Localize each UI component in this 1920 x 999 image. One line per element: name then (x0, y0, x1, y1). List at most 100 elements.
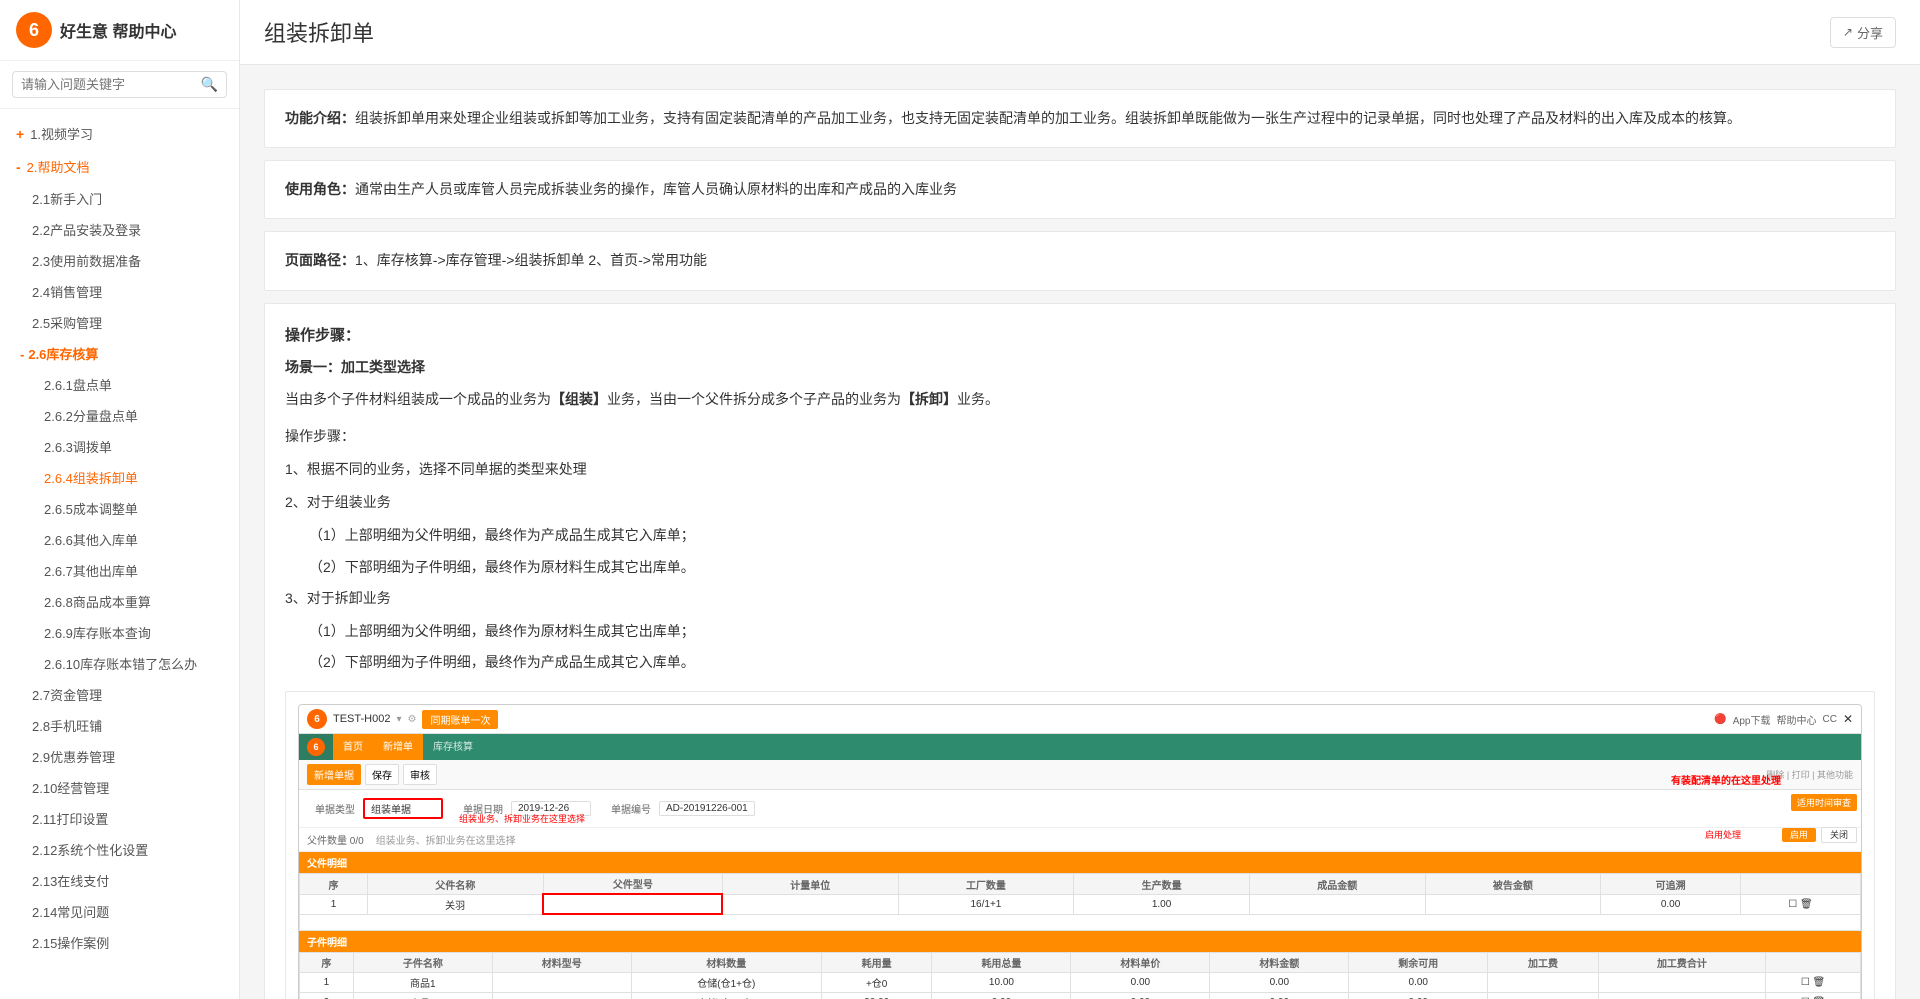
step3-1: （1）上部明细为父件明细，最终作为原材料生成其它出库单； (285, 619, 1875, 644)
sidebar-item-sales[interactable]: 2.4销售管理 (0, 276, 239, 307)
function-intro-text: 组装拆卸单用来处理企业组装或拆卸等加工业务，支持有固定装配清单的产品加工业务，也… (355, 110, 1741, 126)
col-actions (1740, 874, 1860, 895)
path-block: 页面路径：1、库存核算->库存管理->组装拆卸单 2、首页->常用功能 (264, 231, 1896, 290)
sidebar-item-stocktake[interactable]: 2.6.1盘点单 (0, 369, 239, 400)
search-icon[interactable]: 🔍 (201, 76, 218, 93)
sidebar-item-stocktake2[interactable]: 2.6.2分量盘点单 (0, 400, 239, 431)
collapse-icon: - (16, 159, 21, 175)
step3-2: （2）下部明细为子件明细，最终作为产成品生成其它入库单。 (285, 650, 1875, 675)
sidebar-item-cases[interactable]: 2.15操作案例 (0, 927, 239, 958)
col-seq: 序 (300, 874, 368, 895)
sidebar-item-assembly[interactable]: 2.6.4组装拆卸单 (0, 462, 239, 493)
nav-tree: + 1.视频学习 - 2.帮助文档 2.1新手入门 2.2产品安装及登录 2.3… (0, 109, 239, 999)
mini-nav-inventory[interactable]: 库存核算 (423, 734, 483, 760)
sidebar-item-error[interactable]: 2.6.10库存账本错了怎么办 (0, 648, 239, 679)
sidebar: 6 好生意 帮助中心 🔍 + 1.视频学习 - 2.帮助文档 2.1新手入门 2… (0, 0, 240, 999)
expand-icon: + (16, 126, 24, 142)
ops-steps-title: 操作步骤： (285, 424, 1875, 449)
sidebar-item-faq[interactable]: 2.14常见问题 (0, 896, 239, 927)
mini-audit-btn[interactable]: 审核 (403, 764, 437, 785)
sidebar-item-other-in[interactable]: 2.6.6其他入库单 (0, 524, 239, 555)
mini-help: 帮助中心 (1776, 712, 1816, 727)
sidebar-item-new[interactable]: 2.1新手入门 (0, 183, 239, 214)
sidebar-item-mobile[interactable]: 2.8手机旺铺 (0, 710, 239, 741)
collapse-icon: - (20, 347, 24, 362)
mini-update-btn[interactable]: 同期账单一次 (422, 710, 498, 729)
step2-2: （2）下部明细为子件明细，最终作为原材料生成其它出库单。 (285, 555, 1875, 580)
col-unit: 计量单位 (722, 874, 898, 895)
mini-apps: App下载 (1733, 712, 1771, 727)
mini-nav-logo: 6 (307, 738, 325, 756)
mini-parent-table: 序 父件名称 父件型号 计量单位 工厂数量 生产数量 成品金额 被告金额 可追溯 (299, 873, 1861, 931)
scene1-desc: 当由多个子件材料组装成一个成品的业务为【组装】业务，当由一个父件拆分成多个子产品… (285, 387, 1875, 412)
col-product-amount: 成品金额 (1249, 874, 1425, 895)
function-intro-block: 功能介绍：组装拆卸单用来处理企业组装或拆卸等加工业务，支持有固定装配清单的产品加… (264, 89, 1896, 148)
sidebar-item-data[interactable]: 2.3使用前数据准备 (0, 245, 239, 276)
mini-toolbar: 新增单据 保存 审核 删除 | 打印 | 其他功能 (299, 760, 1861, 790)
page-title: 组装拆卸单 (264, 16, 374, 48)
role-label: 使用角色： (285, 181, 355, 197)
mini-company: TEST-H002 (333, 713, 390, 725)
mini-child-table: 序 子件名称 材料型号 材料数量 耗用量 耗用总量 材料单价 材料金额 剩余可用 (299, 952, 1861, 999)
sidebar-item-other-out[interactable]: 2.6.7其他出库单 (0, 555, 239, 586)
sidebar-item-ops[interactable]: 2.10经营管理 (0, 772, 239, 803)
mini-child-header: 子件明细 (299, 931, 1861, 952)
logo-icon: 6 (16, 12, 52, 48)
share-button[interactable]: ↗ 分享 (1830, 17, 1896, 48)
sidebar-item-stock-check[interactable]: 2.6.9库存账本查询 (0, 617, 239, 648)
mini-app: 6 TEST-H002 ▾ ⚙ 同期账单一次 🔴 App下载 帮助中心 CC ✕ (298, 704, 1862, 999)
sidebar-item-install[interactable]: 2.2产品安装及登录 (0, 214, 239, 245)
step2-1: （1）上部明细为父件明细，最终作为产成品生成其它入库单； (285, 523, 1875, 548)
mini-nav-home[interactable]: 首页 (333, 734, 373, 760)
sidebar-item-cost-calc[interactable]: 2.6.8商品成本重算 (0, 586, 239, 617)
sidebar-item-purchase[interactable]: 2.5采购管理 (0, 307, 239, 338)
mini-topbar: 6 TEST-H002 ▾ ⚙ 同期账单一次 🔴 App下载 帮助中心 CC ✕ (299, 705, 1861, 734)
sidebar-item-inventory[interactable]: -2.6库存核算 (0, 338, 239, 369)
mini-enable-btn[interactable]: 启用 关闭 (1782, 828, 1857, 841)
mini-type-value[interactable]: 组装单据 (363, 798, 443, 819)
sidebar-item-finance[interactable]: 2.7资金管理 (0, 679, 239, 710)
mini-code-field: 单据编号 AD-20191226-001 (603, 797, 763, 820)
table-row: 1 关羽 16/1+1 1.00 0.00 ☐ 🗑 (300, 894, 1861, 914)
step1: 1、根据不同的业务，选择不同单据的类型来处理 (285, 457, 1875, 482)
sidebar-item-online-pay[interactable]: 2.13在线支付 (0, 865, 239, 896)
sidebar-item-video[interactable]: + 1.视频学习 (0, 117, 239, 150)
mini-parent-header: 父件明细 (299, 852, 1861, 873)
search-input[interactable] (21, 77, 201, 92)
mini-nav: 6 首页 新增单 库存核算 (299, 734, 1861, 760)
share-label: 分享 (1857, 23, 1883, 42)
mini-sub-info: 组装业务、拆卸业务在这里选择 (376, 832, 516, 847)
mini-save-btn[interactable]: 保存 (365, 764, 399, 785)
mini-close-icon[interactable]: ✕ (1843, 712, 1853, 726)
col-traceable: 可追溯 (1601, 874, 1741, 895)
col-parent-name: 父件名称 (368, 874, 544, 895)
sidebar-item-print[interactable]: 2.11打印设置 (0, 803, 239, 834)
col-factory-qty: 工厂数量 (898, 874, 1074, 895)
child-row-2: 2 商品2 仓储(仓1+仓) 30.00 0.00 0.00 0.00 0.00 (300, 992, 1861, 999)
mini-logo: 6 (307, 709, 327, 729)
mini-new-btn[interactable]: 新增单据 (307, 764, 361, 785)
annotation3-label: 启用处理 (1705, 828, 1741, 841)
step2: 2、对于组装业务 (285, 490, 1875, 515)
sidebar-item-cost[interactable]: 2.6.5成本调整单 (0, 493, 239, 524)
main-content: 组装拆卸单 ↗ 分享 功能介绍：组装拆卸单用来处理企业组装或拆卸等加工业务，支持… (240, 0, 1920, 999)
annotation1-btn[interactable]: 适用时间审查 (1791, 794, 1857, 811)
steps-block: 操作步骤： 场景一：加工类型选择 当由多个子件材料组装成一个成品的业务为【组装】… (264, 303, 1896, 999)
mini-nav-new[interactable]: 新增单 (373, 734, 423, 760)
sidebar-item-system[interactable]: 2.12系统个性化设置 (0, 834, 239, 865)
annotation1: 有装配清单的在这里处理 (1671, 772, 1781, 787)
scene1-title: 场景一：加工类型选择 (285, 357, 1875, 377)
sidebar-item-coupon[interactable]: 2.9优惠券管理 (0, 741, 239, 772)
screenshot-block: 6 TEST-H002 ▾ ⚙ 同期账单一次 🔴 App下载 帮助中心 CC ✕ (285, 691, 1875, 999)
col-produce-qty: 生产数量 (1074, 874, 1250, 895)
step3: 3、对于拆卸业务 (285, 586, 1875, 611)
sidebar-item-adjust[interactable]: 2.6.3调拨单 (0, 431, 239, 462)
table-row-empty (300, 914, 1861, 930)
content-area: 功能介绍：组装拆卸单用来处理企业组装或拆卸等加工业务，支持有固定装配清单的产品加… (240, 65, 1920, 999)
sidebar-item-docs[interactable]: - 2.帮助文档 (0, 150, 239, 183)
role-block: 使用角色：通常由生产人员或库管人员完成拆装业务的操作，库管人员确认原材料的出库和… (264, 160, 1896, 219)
annotation2: 组装业务、拆卸业务在这里选择 (459, 812, 585, 825)
ops-title: 操作步骤： (285, 324, 1875, 345)
search-box: 🔍 (0, 61, 239, 109)
child-row-1: 1 商品1 仓储(仓1+仓) +仓0 10.00 0.00 0.00 0.00 (300, 972, 1861, 992)
